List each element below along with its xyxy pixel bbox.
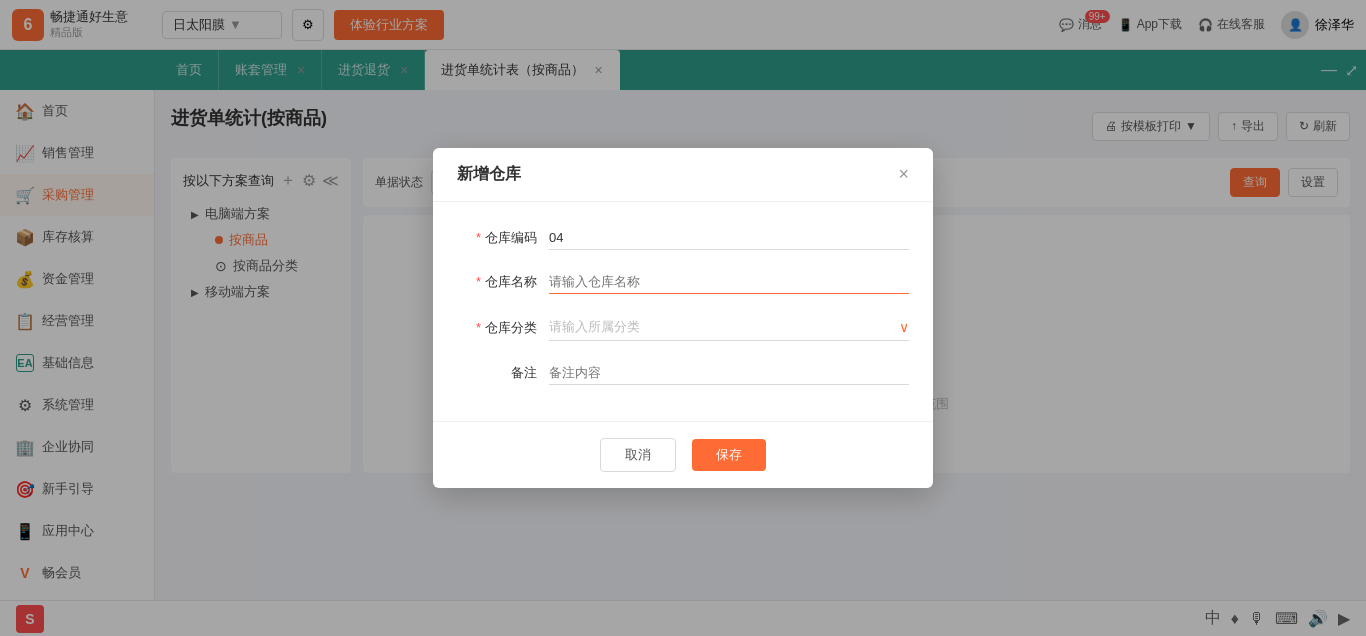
select-category-placeholder: 请输入所属分类 xyxy=(549,318,640,336)
modal-title: 新增仓库 xyxy=(457,164,521,185)
cancel-button[interactable]: 取消 xyxy=(600,438,676,472)
form-row-remark: 备注 xyxy=(457,361,909,385)
form-row-code: 仓库编码 xyxy=(457,226,909,250)
label-name: 仓库名称 xyxy=(457,273,537,291)
modal-body: 仓库编码 仓库名称 仓库分类 请输入所属分类 ∨ 备注 xyxy=(433,202,933,421)
label-category: 仓库分类 xyxy=(457,319,537,337)
input-warehouse-name[interactable] xyxy=(549,270,909,294)
modal-header: 新增仓库 × xyxy=(433,148,933,202)
form-row-name: 仓库名称 xyxy=(457,270,909,294)
select-warehouse-category[interactable]: 请输入所属分类 ∨ xyxy=(549,314,909,341)
modal-new-warehouse: 新增仓库 × 仓库编码 仓库名称 仓库分类 请输入所属分类 ∨ xyxy=(433,148,933,488)
modal-overlay: 新增仓库 × 仓库编码 仓库名称 仓库分类 请输入所属分类 ∨ xyxy=(0,0,1366,636)
input-warehouse-code[interactable] xyxy=(549,226,909,250)
label-remark: 备注 xyxy=(457,364,537,382)
label-code: 仓库编码 xyxy=(457,229,537,247)
form-row-category: 仓库分类 请输入所属分类 ∨ xyxy=(457,314,909,341)
modal-close-icon[interactable]: × xyxy=(898,164,909,185)
save-button[interactable]: 保存 xyxy=(692,439,766,471)
select-category-arrow-icon: ∨ xyxy=(899,319,909,335)
modal-footer: 取消 保存 xyxy=(433,421,933,488)
input-remark[interactable] xyxy=(549,361,909,385)
